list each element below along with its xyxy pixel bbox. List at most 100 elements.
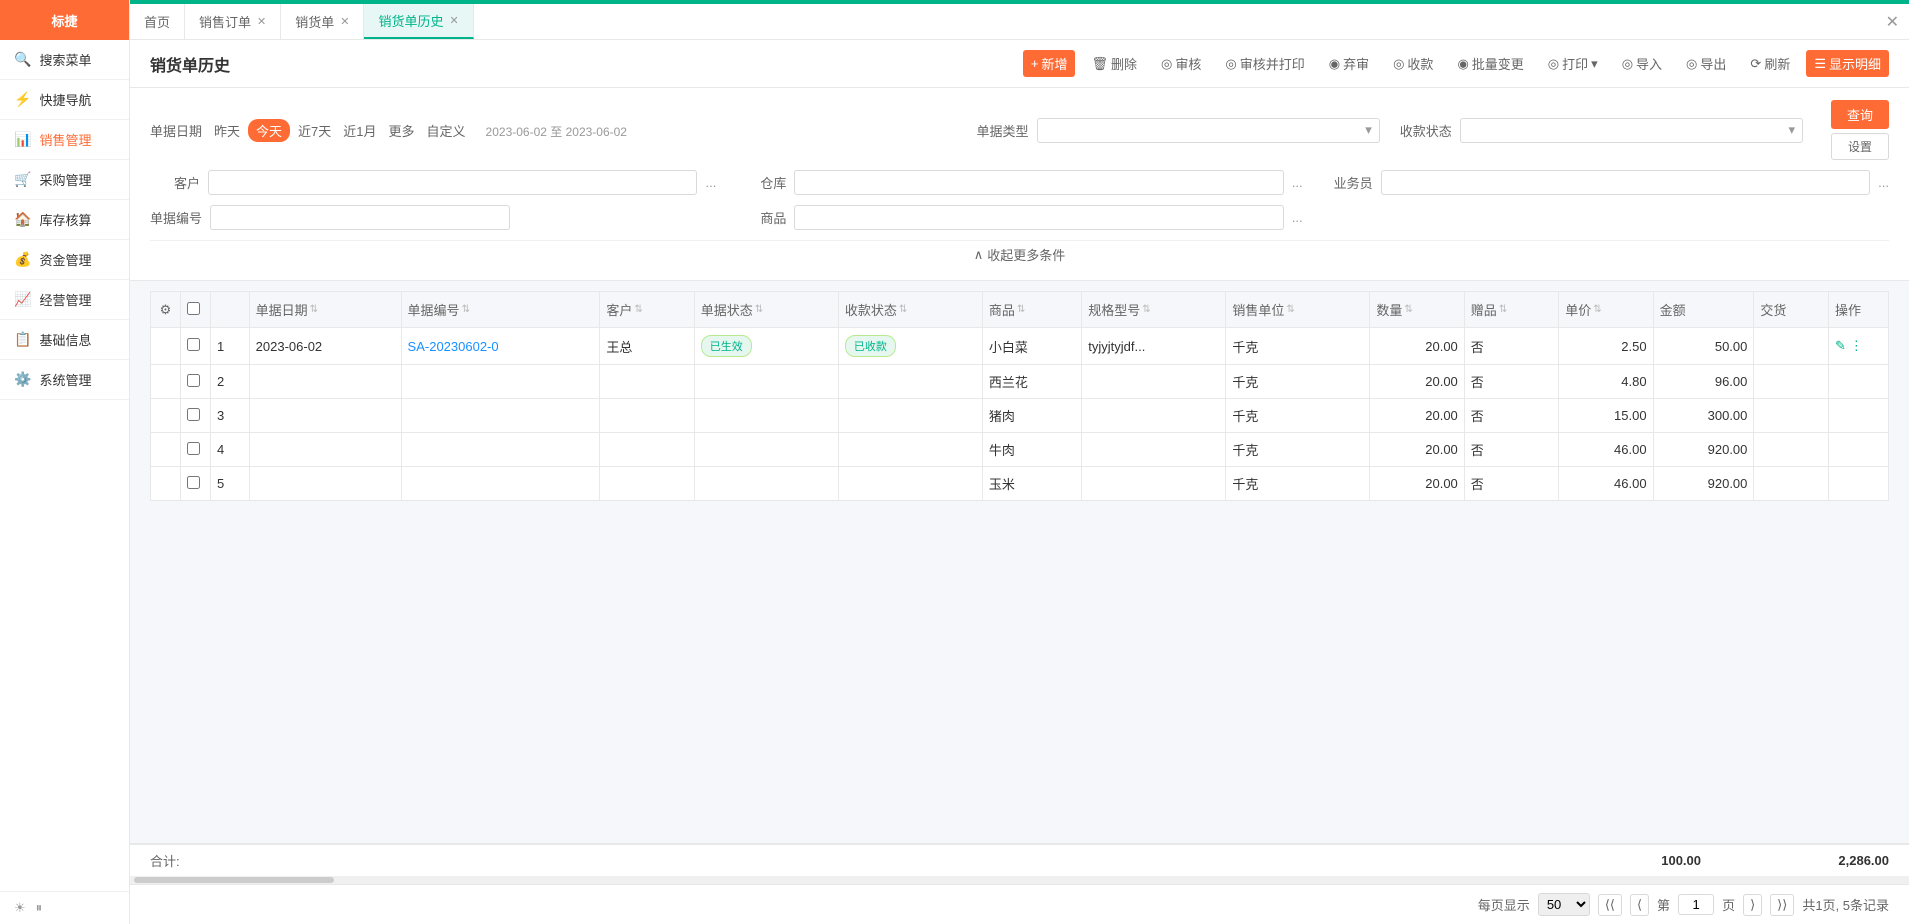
customer-col-header[interactable]: 客户 ⇅ [600,292,694,328]
staff-more-icon[interactable]: ... [1878,175,1889,190]
tab-sales-order-close[interactable]: ✕ [257,15,266,28]
unit-col-header[interactable]: 销售单位 ⇅ [1226,292,1370,328]
sidebar-item-operations[interactable]: 📈 经营管理 [0,280,129,320]
print-icon: ◎ [1548,56,1559,72]
edit-icon[interactable]: ✎ [1835,338,1846,353]
warehouse-input[interactable] [794,170,1283,195]
sidebar-collapse-icon[interactable]: ☀ [14,900,26,916]
doc-no-input[interactable] [210,205,510,230]
batch-change-button[interactable]: ◉ 批量变更 [1449,50,1531,77]
row-doc-date: 2023-06-02 [249,328,401,365]
sidebar-item-sales[interactable]: 📊 销售管理 [0,120,129,160]
new-button[interactable]: + 新增 [1023,50,1076,77]
row-checkbox[interactable] [187,408,200,421]
doc-no-col-header[interactable]: 单据编号 ⇅ [401,292,600,328]
sidebar-bottom: ☀ ⏸ [0,891,129,924]
row-checkbox[interactable] [187,442,200,455]
show-detail-button[interactable]: ☰ 显示明细 [1806,50,1889,77]
row-doc-status [694,467,838,501]
row-spec: tyjyjtyjdf... [1082,328,1226,365]
goods-input[interactable] [794,205,1283,230]
delete-button[interactable]: 🗑 删除 [1083,50,1145,77]
gift-col-header[interactable]: 赠品 ⇅ [1464,292,1558,328]
goods-more-icon[interactable]: ... [1292,210,1303,225]
tab-delivery[interactable]: 销货单 ✕ [281,4,364,39]
tab-close-all-btn[interactable]: ✕ [1876,12,1909,32]
sidebar-item-basic[interactable]: 📋 基础信息 [0,320,129,360]
doc-no-filter: 单据编号 [150,205,716,230]
row-unit: 千克 [1226,328,1370,365]
audit-label: 审核 [1175,54,1201,73]
row-payment-status [838,433,982,467]
tab-home[interactable]: 首页 [130,4,185,39]
page-number-input[interactable] [1678,894,1714,915]
tab-delivery-history-close[interactable]: ✕ [450,14,459,27]
sidebar-item-purchase[interactable]: 🛒 采购管理 [0,160,129,200]
tab-delivery-history[interactable]: 销货单历史 ✕ [364,4,473,39]
doc-status-label: 单据状态 [701,300,753,319]
filter-settings-button[interactable]: 设置 [1831,133,1889,160]
sidebar-item-search[interactable]: 🔍 搜索菜单 [0,40,129,80]
date-yesterday[interactable]: 昨天 [210,119,244,142]
customer-input[interactable] [208,170,697,195]
row-checkbox[interactable] [187,338,200,351]
more-ops-icon[interactable]: ⋮ [1850,338,1863,353]
print-button[interactable]: ◎ 打印 ▾ [1540,50,1606,77]
doc-no-link[interactable]: SA-20230602-0 [408,339,499,354]
date-7days[interactable]: 近7天 [294,119,335,142]
staff-input[interactable] [1381,170,1870,195]
date-more[interactable]: 更多 [385,119,419,142]
sidebar-item-finance[interactable]: 💰 资金管理 [0,240,129,280]
warehouse-more-icon[interactable]: ... [1292,175,1303,190]
horizontal-scrollbar[interactable] [130,876,1909,884]
doc-date-col-header[interactable]: 单据日期 ⇅ [249,292,401,328]
row-customer [600,467,694,501]
row-checkbox[interactable] [187,374,200,387]
refresh-button[interactable]: ⟳ 刷新 [1742,50,1798,77]
sidebar-item-inventory[interactable]: 🏠 库存核算 [0,200,129,240]
doc-status-col-header[interactable]: 单据状态 ⇅ [694,292,838,328]
last-page-button[interactable]: ⟩⟩ [1770,894,1794,916]
row-qty: 20.00 [1370,399,1464,433]
tab-delivery-history-label: 销货单历史 [378,11,443,30]
scroll-thumb[interactable] [134,877,334,883]
row-doc-no [401,365,600,399]
sidebar-item-quick[interactable]: ⚡ 快捷导航 [0,80,129,120]
query-button[interactable]: 查询 [1831,100,1889,129]
audit-button[interactable]: ◎ 审核 [1153,50,1209,77]
audit-print-button[interactable]: ◎ 审核并打印 [1217,50,1312,77]
payment-status-col-header[interactable]: 收款状态 ⇅ [838,292,982,328]
abandon-button[interactable]: ◉ 弃审 [1321,50,1377,77]
import-button[interactable]: ◎ 导入 [1614,50,1670,77]
date-today[interactable]: 今天 [248,119,290,142]
spec-col-header[interactable]: 规格型号 ⇅ [1082,292,1226,328]
per-page-select[interactable]: 50 100 200 [1538,893,1590,916]
tab-delivery-close[interactable]: ✕ [340,15,349,28]
sidebar-settings-icon[interactable]: ⏸ [36,900,43,916]
qty-col-header[interactable]: 数量 ⇅ [1370,292,1464,328]
sidebar-item-system[interactable]: ⚙️ 系统管理 [0,360,129,400]
date-custom[interactable]: 自定义 [423,119,470,142]
prev-page-button[interactable]: ⟨ [1630,894,1649,916]
date-1month[interactable]: 近1月 [339,119,380,142]
doc-type-select[interactable] [1037,118,1380,143]
index-col-header [211,292,250,328]
first-page-button[interactable]: ⟨⟨ [1598,894,1622,916]
row-unit: 千克 [1226,433,1370,467]
row-checkbox[interactable] [187,476,200,489]
goods-col-header[interactable]: 商品 ⇅ [982,292,1081,328]
tab-sales-order[interactable]: 销售订单 ✕ [185,4,281,39]
collect-button[interactable]: ◎ 收款 [1385,50,1441,77]
collapse-button[interactable]: ∧ 收起更多条件 [150,240,1889,268]
row-spec [1082,365,1226,399]
next-page-button[interactable]: ⟩ [1743,894,1762,916]
price-col-header[interactable]: 单价 ⇅ [1559,292,1653,328]
row-amount: 920.00 [1653,467,1754,501]
payment-status-select[interactable] [1460,118,1803,143]
content-area: 销货单历史 + 新增 🗑 删除 ◎ 审核 ◎ 审核并打印 [130,40,1909,924]
settings-col-header[interactable]: ⚙ [151,292,181,328]
collapse-label: 收起更多条件 [987,245,1065,264]
export-button[interactable]: ◎ 导出 [1678,50,1734,77]
customer-more-icon[interactable]: ... [705,175,716,190]
select-all-checkbox[interactable] [187,302,200,315]
